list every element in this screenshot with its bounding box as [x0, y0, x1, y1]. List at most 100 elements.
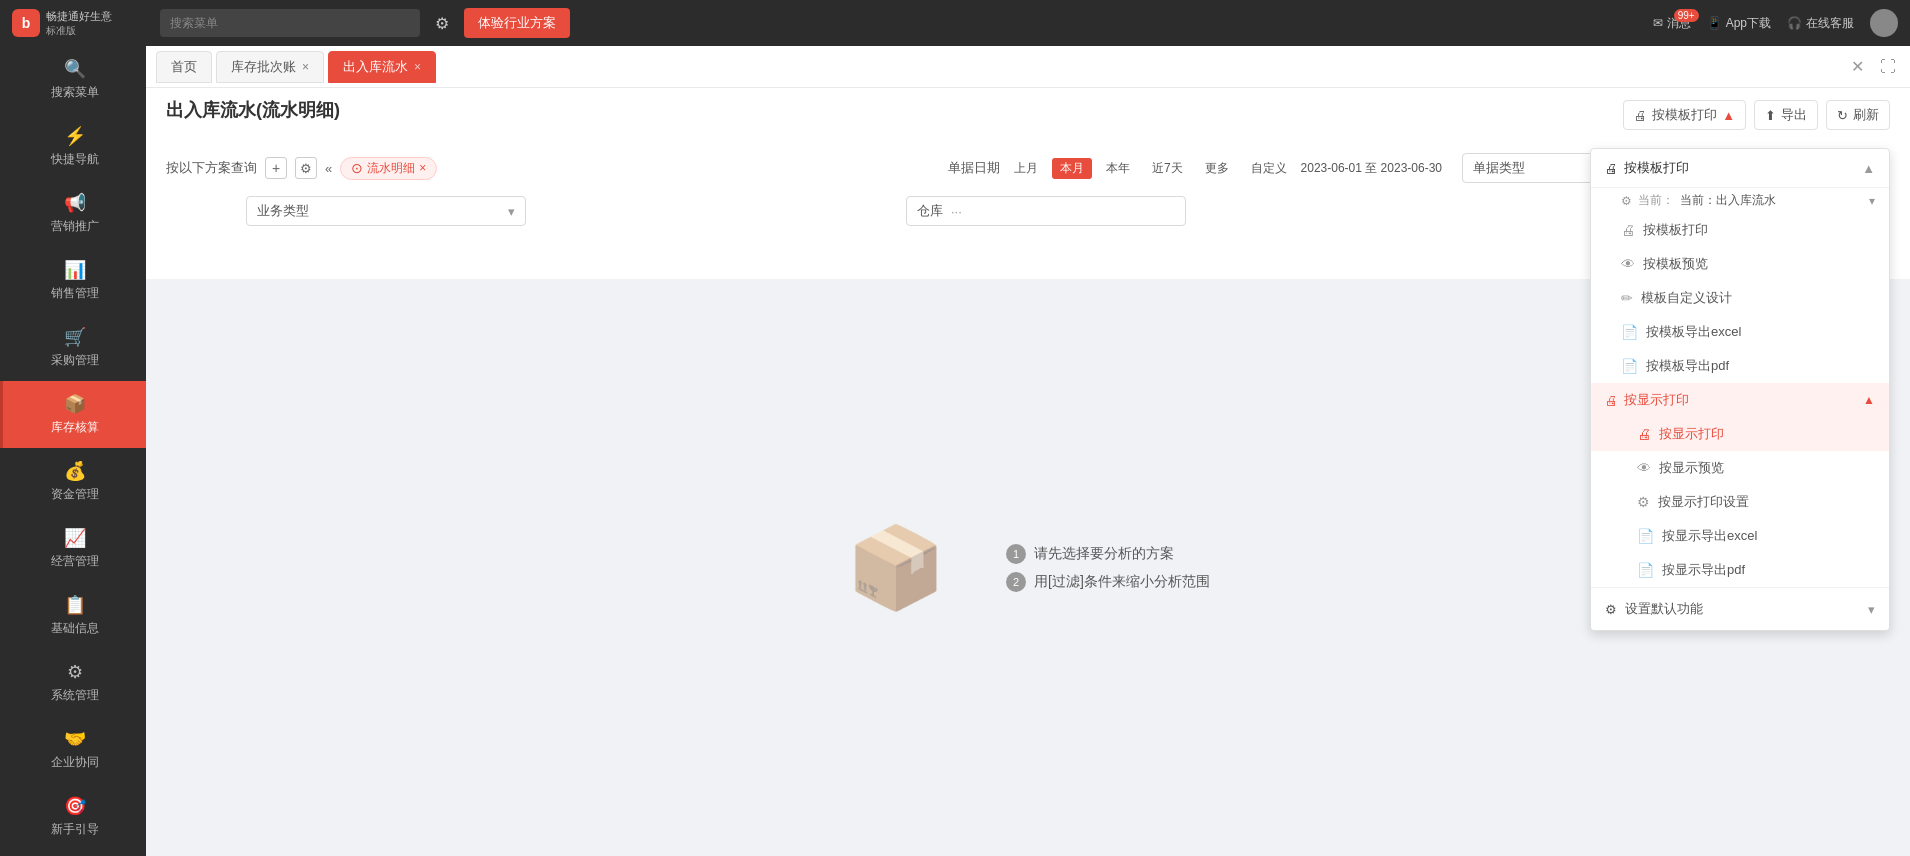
filter-tag[interactable]: ⊙ 流水明细 ×: [340, 157, 437, 180]
dropdown-template-excel[interactable]: 📄 按模板导出excel: [1591, 315, 1889, 349]
voucher-type-label: 单据类型: [1473, 159, 1525, 177]
tab-batch[interactable]: 库存批次账 ×: [216, 51, 324, 83]
sidebar-item-purchase[interactable]: 🛒 采购管理: [0, 314, 146, 381]
tab-flow[interactable]: 出入库流水 ×: [328, 51, 436, 83]
sidebar-item-label: 企业协同: [51, 754, 99, 771]
user-avatar[interactable]: [1870, 9, 1898, 37]
sidebar-item-guide[interactable]: 🎯 新手引导: [0, 783, 146, 850]
filter-tag-close[interactable]: ×: [419, 161, 426, 175]
dropdown-display-settings[interactable]: ⚙ 按显示打印设置: [1591, 485, 1889, 519]
tab-batch-close[interactable]: ×: [302, 60, 309, 74]
dropdown-display-preview[interactable]: 👁 按显示预览: [1591, 451, 1889, 485]
template-print-icon: 🖨: [1621, 222, 1635, 238]
tab-home-label: 首页: [171, 58, 197, 76]
page-header-row: 出入库流水(流水明细) 🖨 按模板打印 ▲ ⬆ 导出 ↻ 刷新: [146, 88, 1910, 138]
tab-home[interactable]: 首页: [156, 51, 212, 83]
sidebar-item-enterprise[interactable]: 🤝 企业协同: [0, 716, 146, 783]
app-name: 畅捷通好生意: [46, 9, 112, 24]
warehouse-more-icon[interactable]: ···: [951, 204, 962, 219]
date-btn-this-month[interactable]: 本月: [1052, 158, 1092, 179]
template-design-icon: ✏: [1621, 290, 1633, 306]
business-type-field[interactable]: 业务类型 ▾: [246, 196, 526, 226]
set-default-icon: ⚙: [1605, 602, 1617, 617]
dropdown-template-pdf[interactable]: 📄 按模板导出pdf: [1591, 349, 1889, 383]
dropdown-template-print[interactable]: 🖨 按模板打印: [1591, 213, 1889, 247]
warehouse-field[interactable]: 仓库 ···: [906, 196, 1186, 226]
sidebar-item-label: 新手引导: [51, 821, 99, 838]
dropdown-collapse-button[interactable]: ▲: [1862, 161, 1875, 176]
topbar-gear-icon[interactable]: ⚙: [428, 9, 456, 37]
sidebar-item-search[interactable]: 🔍 搜索菜单: [0, 46, 146, 113]
app-badge: 标准版: [46, 24, 112, 38]
print-button[interactable]: 🖨 按模板打印 ▲: [1623, 100, 1746, 130]
filter-query-section: 按以下方案查询 + ⚙ « ⊙ 流水明细 ×: [166, 157, 928, 180]
sidebar-item-sales[interactable]: 📊 销售管理: [0, 247, 146, 314]
sidebar-item-quick-nav[interactable]: ⚡ 快捷导航: [0, 113, 146, 180]
sidebar-item-inventory[interactable]: 📦 库存核算: [0, 381, 146, 448]
app-download-icon: 📱: [1707, 16, 1722, 30]
hint-item-1: 1 请先选择要分析的方案: [1006, 544, 1174, 564]
search-input[interactable]: [160, 9, 420, 37]
dropdown-title: 🖨 按模板打印: [1605, 159, 1689, 177]
export-icon: ⬆: [1765, 108, 1776, 123]
page-title: 出入库流水(流水明细): [166, 98, 340, 122]
display-settings-icon: ⚙: [1637, 494, 1650, 510]
filter-add-button[interactable]: +: [265, 157, 287, 179]
online-service-label: 在线客服: [1806, 15, 1854, 32]
sidebar-item-label: 搜索菜单: [51, 84, 99, 101]
message-button[interactable]: ✉ 消息 99+: [1653, 15, 1691, 32]
current-indicator: ⚙: [1621, 194, 1632, 208]
dropdown-display-print[interactable]: 🖨 按显示打印: [1591, 417, 1889, 451]
trial-button[interactable]: 体验行业方案: [464, 8, 570, 38]
search-bar[interactable]: [160, 9, 420, 37]
display-section-header[interactable]: 🖨 按显示打印 ▲: [1591, 383, 1889, 417]
sidebar-item-system[interactable]: ⚙ 系统管理: [0, 649, 146, 716]
filter-expand-button[interactable]: «: [325, 161, 332, 176]
dropdown-template-design[interactable]: ✏ 模板自定义设计: [1591, 281, 1889, 315]
display-pdf-icon: 📄: [1637, 562, 1654, 578]
dropdown-template-preview[interactable]: 👁 按模板预览: [1591, 247, 1889, 281]
date-btn-custom[interactable]: 自定义: [1243, 158, 1295, 179]
date-btn-more[interactable]: 更多: [1197, 158, 1237, 179]
lightning-icon: ⚡: [64, 125, 86, 147]
marketing-icon: 📢: [64, 192, 86, 214]
sidebar-item-label: 销售管理: [51, 285, 99, 302]
dropdown-header: 🖨 按模板打印 ▲: [1591, 149, 1889, 188]
date-btn-last-month[interactable]: 上月: [1006, 158, 1046, 179]
tab-close-all-button[interactable]: ✕: [1847, 53, 1868, 80]
export-button[interactable]: ⬆ 导出: [1754, 100, 1818, 130]
sidebar-item-apps[interactable]: 📱 应用中心: [0, 850, 146, 856]
sidebar-item-operations[interactable]: 📈 经营管理: [0, 515, 146, 582]
business-type-arrow: ▾: [508, 204, 515, 219]
printer-icon: 🖨: [1634, 108, 1647, 123]
display-preview-icon: 👁: [1637, 460, 1651, 476]
header-action-row: 🖨 按模板打印 ▲ ⬆ 导出 ↻ 刷新: [1623, 100, 1890, 130]
tabbar-right: ✕ ⛶: [1847, 53, 1900, 80]
display-section-arrow: ▲: [1863, 393, 1875, 407]
system-icon: ⚙: [67, 661, 83, 683]
display-section-title: 🖨 按显示打印: [1605, 391, 1689, 409]
print-chevron-up: ▲: [1722, 108, 1735, 123]
dropdown-display-pdf[interactable]: 📄 按显示导出pdf: [1591, 553, 1889, 587]
sidebar-item-marketing[interactable]: 📢 营销推广: [0, 180, 146, 247]
tab-maximize-button[interactable]: ⛶: [1876, 54, 1900, 80]
sidebar-item-finance[interactable]: 💰 资金管理: [0, 448, 146, 515]
date-btn-7days[interactable]: 近7天: [1144, 158, 1191, 179]
tab-flow-close[interactable]: ×: [414, 60, 421, 74]
export-label: 导出: [1781, 106, 1807, 124]
app-download-button[interactable]: 📱 App下载: [1707, 15, 1771, 32]
online-service-button[interactable]: 🎧 在线客服: [1787, 15, 1854, 32]
enterprise-icon: 🤝: [64, 728, 86, 750]
guide-icon: 🎯: [64, 795, 86, 817]
filter-setting-button[interactable]: ⚙: [295, 157, 317, 179]
date-btn-this-year[interactable]: 本年: [1098, 158, 1138, 179]
set-default-button[interactable]: ⚙ 设置默认功能 ▾: [1605, 596, 1875, 622]
logo-area: b 畅捷通好生意 标准版: [12, 9, 152, 38]
refresh-button[interactable]: ↻ 刷新: [1826, 100, 1890, 130]
hint-num-1: 1: [1006, 544, 1026, 564]
tab-flow-label: 出入库流水: [343, 58, 408, 76]
display-print-icon: 🖨: [1637, 426, 1651, 442]
dropdown-display-excel[interactable]: 📄 按显示导出excel: [1591, 519, 1889, 553]
sidebar-item-basic[interactable]: 📋 基础信息: [0, 582, 146, 649]
content-area: 首页 库存批次账 × 出入库流水 × ✕ ⛶ 出入库流水(流水明细): [146, 46, 1910, 856]
